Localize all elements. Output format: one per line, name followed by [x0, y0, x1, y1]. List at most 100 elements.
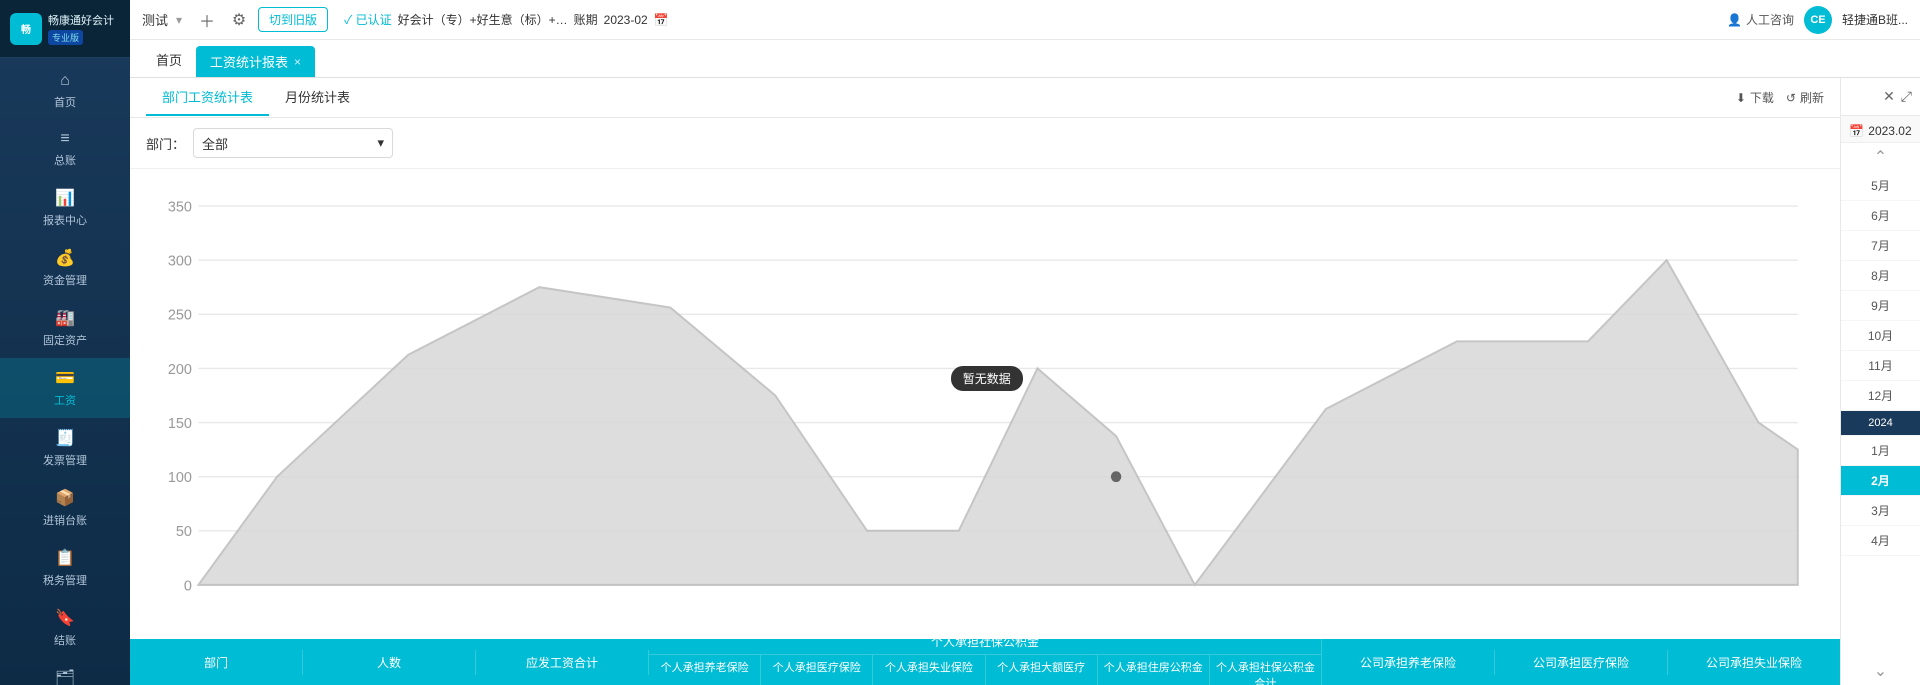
month-feb-active[interactable]: 2月 [1841, 466, 1920, 496]
topbar-title: 测试 [142, 10, 168, 29]
group-cells: 个人承担养老保险 个人承担医疗保险 个人承担失业保险 个人承担大额医疗 个人承担… [649, 655, 1321, 685]
table-footer: 部门 人数 应发工资合计 个人承担社保公积金 个人承担养老保险 个人承担医疗保险… [130, 639, 1840, 685]
download-button[interactable]: ⬇ 下载 [1736, 89, 1774, 106]
content-main: 部门工资统计表 月份统计表 ⬇ 下载 ↺ 刷新 部门： [130, 78, 1840, 685]
col-total-salary: 应发工资合计 [476, 650, 649, 675]
tab-home[interactable]: 首页 [142, 44, 196, 77]
logo-text: 畅康通好会计 专业版 [48, 12, 114, 45]
svg-text:300: 300 [168, 253, 192, 269]
calendar-icon[interactable]: 📅 [654, 13, 669, 27]
logo-icon: 畅 [10, 13, 42, 45]
sidebar: 畅 畅康通好会计 专业版 ⌂ 首页 ≡ 总账 📊 报表中心 💰 资金管理 🏭 固… [0, 0, 130, 685]
year-label: 📅 2023.02 [1841, 116, 1920, 143]
month-may[interactable]: 5月 [1841, 171, 1920, 201]
download-icon: ⬇ [1736, 91, 1746, 105]
group-header-personal: 个人承担社保公积金 [649, 639, 1321, 655]
svg-text:200: 200 [168, 362, 192, 378]
svg-text:350: 350 [168, 199, 192, 215]
period-value: 2023-02 [604, 13, 648, 27]
topbar-actions: ＋ ⚙ 切到旧版 [194, 7, 328, 33]
sidebar-item-home[interactable]: ⌂ 首页 [0, 62, 130, 120]
col-personal-major-medical: 个人承担大额医疗 [986, 655, 1098, 685]
sidebar-item-settlement[interactable]: 🔖 结账 [0, 598, 130, 658]
sidebar-label-settlement: 结账 [54, 632, 76, 648]
certified-tag: ✓ 已认证 [344, 11, 392, 28]
sidebar-label-reports: 报表中心 [43, 212, 87, 228]
subtab-bar: 部门工资统计表 月份统计表 ⬇ 下载 ↺ 刷新 [130, 78, 1840, 118]
prev-year-button[interactable]: ⌃ [1841, 143, 1920, 171]
sidebar-label-home: 首页 [54, 94, 76, 110]
month-apr[interactable]: 4月 [1841, 526, 1920, 556]
expand-panel-icon[interactable]: ⤢ [1901, 88, 1912, 105]
col-personal-pension: 个人承担养老保险 [649, 655, 761, 685]
product-tags: 好会计（专）+好生意（标）+… [398, 11, 568, 28]
sidebar-item-ledger[interactable]: ≡ 总账 [0, 120, 130, 178]
sidebar-label-salary: 工资 [54, 392, 76, 408]
tab-dept-salary[interactable]: 部门工资统计表 [146, 79, 269, 116]
refresh-label: 刷新 [1800, 89, 1824, 106]
month-oct[interactable]: 10月 [1841, 321, 1920, 351]
month-list: 5月 6月 7月 8月 9月 10月 11月 12月 2024 1月 2月 3月… [1841, 171, 1920, 657]
dropdown-arrow-icon[interactable]: ▾ [176, 13, 182, 27]
tab-salary-report[interactable]: 工资统计报表 × [196, 46, 315, 77]
logo-title: 畅康通好会计 [48, 12, 114, 28]
add-button[interactable]: ＋ [194, 7, 220, 33]
tax-icon: 📋 [55, 548, 75, 568]
month-sep[interactable]: 9月 [1841, 291, 1920, 321]
sidebar-label-sales: 进销台账 [43, 512, 87, 528]
sidebar-label-funds: 资金管理 [43, 272, 87, 288]
right-panel-header: ✕ ⤢ [1841, 78, 1920, 116]
sidebar-label-ledger: 总账 [54, 152, 76, 168]
sidebar-item-funds[interactable]: 💰 资金管理 [0, 238, 130, 298]
month-jul[interactable]: 7月 [1841, 231, 1920, 261]
home-icon: ⌂ [60, 72, 70, 90]
col-dept: 部门 [130, 650, 303, 675]
month-nov[interactable]: 11月 [1841, 351, 1920, 381]
sidebar-item-tax[interactable]: 📋 税务管理 [0, 538, 130, 598]
user-name[interactable]: 轻捷通B班... [1842, 11, 1908, 28]
right-panel: ✕ ⤢ 📅 2023.02 ⌃ 5月 6月 7月 8月 9月 10月 11月 1… [1840, 78, 1920, 685]
month-aug[interactable]: 8月 [1841, 261, 1920, 291]
year-value: 2023.02 [1868, 124, 1911, 138]
tab-salary-label: 工资统计报表 [210, 52, 288, 71]
salary-icon: 💳 [55, 368, 75, 388]
consultant-button[interactable]: 👤 人工咨询 [1727, 11, 1794, 28]
col-company-pension: 公司承担养老保险 [1322, 650, 1495, 675]
user-avatar: CE [1804, 6, 1832, 34]
sidebar-item-sales[interactable]: 📦 进销台账 [0, 478, 130, 538]
refresh-button[interactable]: ↺ 刷新 [1786, 89, 1824, 106]
col-company-unemployment: 公司承担失业保险 [1668, 650, 1840, 675]
dept-select[interactable]: 全部 ▾ [193, 128, 393, 158]
month-jan[interactable]: 1月 [1841, 436, 1920, 466]
logo: 畅 畅康通好会计 专业版 [0, 0, 130, 58]
switch-version-button[interactable]: 切到旧版 [258, 7, 328, 32]
settings-gear-button[interactable]: ⚙ [226, 7, 252, 33]
chart-area: 350 300 250 200 150 100 50 0 暂无数据 [130, 169, 1840, 639]
sales-icon: 📦 [55, 488, 75, 508]
calendar-small-icon: 📅 [1849, 124, 1864, 138]
sidebar-item-assets[interactable]: 🏭 固定资产 [0, 298, 130, 358]
reports-icon: 📊 [55, 188, 75, 208]
logo-badge: 专业版 [48, 30, 83, 45]
sidebar-item-salary[interactable]: 💳 工资 [0, 358, 130, 418]
year-2024-label: 2024 [1841, 411, 1920, 436]
consultant-label: 人工咨询 [1746, 11, 1794, 28]
tab-close-button[interactable]: × [294, 55, 301, 69]
salary-chart: 350 300 250 200 150 100 50 0 [146, 179, 1824, 639]
sidebar-item-invoices[interactable]: 🧾 发票管理 [0, 418, 130, 478]
col-company-medical: 公司承担医疗保险 [1495, 650, 1668, 675]
close-panel-icon[interactable]: ✕ [1883, 88, 1895, 105]
next-year-button[interactable]: ⌄ [1841, 657, 1920, 685]
sidebar-item-archive[interactable]: 🗂 归档管理 [0, 658, 130, 685]
topbar-right: 👤 人工咨询 CE 轻捷通B班... [1727, 6, 1908, 34]
month-jun[interactable]: 6月 [1841, 201, 1920, 231]
main-area: 测试 ▾ ＋ ⚙ 切到旧版 ✓ 已认证 好会计（专）+好生意（标）+… 账期 2… [130, 0, 1920, 685]
refresh-icon: ↺ [1786, 91, 1796, 105]
sidebar-item-reports[interactable]: 📊 报表中心 [0, 178, 130, 238]
month-dec[interactable]: 12月 [1841, 381, 1920, 411]
tab-monthly-salary[interactable]: 月份统计表 [269, 79, 366, 116]
svg-text:150: 150 [168, 416, 192, 432]
sidebar-nav: ⌂ 首页 ≡ 总账 📊 报表中心 💰 资金管理 🏭 固定资产 💳 工资 🧾 发票… [0, 58, 130, 685]
subtab-left: 部门工资统计表 月份统计表 [146, 79, 366, 116]
month-mar[interactable]: 3月 [1841, 496, 1920, 526]
